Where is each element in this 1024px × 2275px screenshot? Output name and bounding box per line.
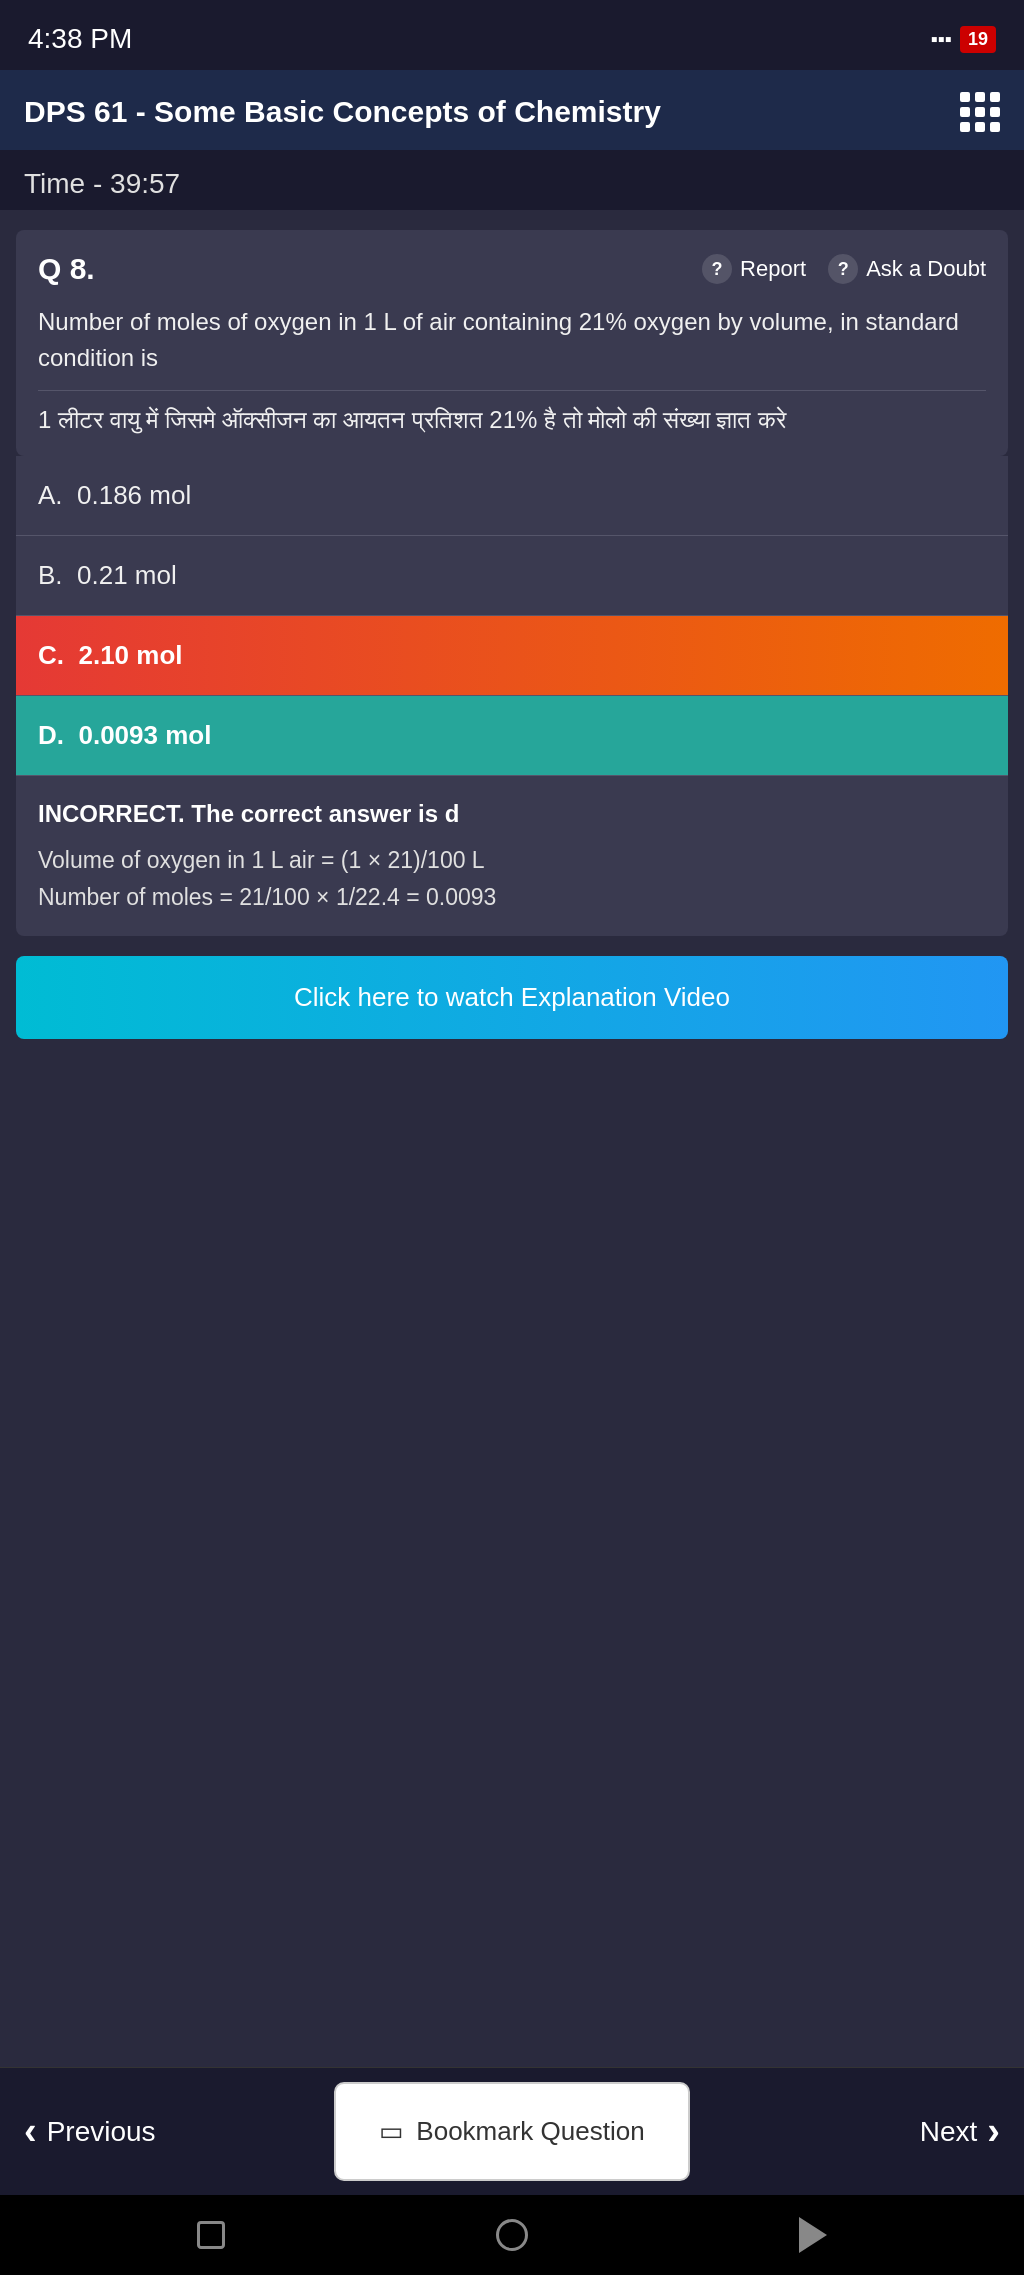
app-title: DPS 61 - Some Basic Concepts of Chemistr… <box>24 95 944 129</box>
recents-button[interactable] <box>191 2215 231 2255</box>
option-b[interactable]: B. 0.21 mol <box>16 536 1008 616</box>
home-button[interactable] <box>492 2215 532 2255</box>
ask-doubt-icon: ? <box>828 254 858 284</box>
back-icon <box>799 2217 827 2253</box>
explanation-body: Volume of oxygen in 1 L air = (1 × 21)/1… <box>38 842 986 916</box>
options-container: A. 0.186 mol B. 0.21 mol C. 2.10 mol D. … <box>16 456 1008 776</box>
app-header: DPS 61 - Some Basic Concepts of Chemistr… <box>0 70 1024 150</box>
option-d-label: D. 0.0093 mol <box>38 720 211 750</box>
status-time: 4:38 PM <box>28 23 132 55</box>
status-icons: ▪▪▪ 19 <box>931 26 996 53</box>
explanation-line2: Number of moles = 21/100 × 1/22.4 = 0.00… <box>38 884 496 910</box>
bottom-nav: ‹ Previous ▭ Bookmark Question Next › <box>0 2067 1024 2195</box>
bookmark-button[interactable]: ▭ Bookmark Question <box>334 2082 691 2181</box>
video-btn-container: Click here to watch Explanation Video <box>16 956 1008 1039</box>
report-icon: ? <box>702 254 732 284</box>
question-divider <box>38 390 986 391</box>
question-card: Q 8. ? Report ? Ask a Doubt Number of mo… <box>16 230 1008 456</box>
question-actions: ? Report ? Ask a Doubt <box>702 254 986 284</box>
previous-arrow-icon: ‹ <box>24 2110 37 2153</box>
option-a-label: A. 0.186 mol <box>38 480 191 510</box>
bookmark-label: Bookmark Question <box>416 2116 644 2147</box>
next-label: Next <box>920 2116 978 2148</box>
recents-icon <box>197 2221 225 2249</box>
android-nav-bar <box>0 2195 1024 2275</box>
previous-label: Previous <box>47 2116 156 2148</box>
home-icon <box>496 2219 528 2251</box>
explanation-card: INCORRECT. The correct answer is d Volum… <box>16 776 1008 936</box>
report-label: Report <box>740 256 806 282</box>
option-d[interactable]: D. 0.0093 mol <box>16 696 1008 776</box>
report-button[interactable]: ? Report <box>702 254 806 284</box>
option-c[interactable]: C. 2.10 mol <box>16 616 1008 696</box>
timer-label: Time - 39:57 <box>24 168 180 199</box>
previous-button[interactable]: ‹ Previous <box>0 2068 328 2195</box>
question-header: Q 8. ? Report ? Ask a Doubt <box>38 252 986 286</box>
bookmark-icon: ▭ <box>379 2116 404 2147</box>
timer-bar: Time - 39:57 <box>0 150 1024 210</box>
next-arrow-icon: › <box>987 2110 1000 2153</box>
back-button[interactable] <box>793 2215 833 2255</box>
question-text-hindi: 1 लीटर वायु में जिसमे ऑक्सीजन का आयतन प्… <box>38 401 986 438</box>
grid-menu-icon[interactable] <box>960 92 1000 132</box>
watch-video-button[interactable]: Click here to watch Explanation Video <box>16 956 1008 1039</box>
battery-icon: 19 <box>960 26 996 53</box>
next-button[interactable]: Next › <box>696 2068 1024 2195</box>
main-content: Q 8. ? Report ? Ask a Doubt Number of mo… <box>0 210 1024 2067</box>
explanation-line1: Volume of oxygen in 1 L air = (1 × 21)/1… <box>38 847 485 873</box>
explanation-status: INCORRECT. The correct answer is d <box>38 800 986 828</box>
status-bar: 4:38 PM ▪▪▪ 19 <box>0 0 1024 70</box>
question-number: Q 8. <box>38 252 95 286</box>
option-a[interactable]: A. 0.186 mol <box>16 456 1008 536</box>
spacer <box>0 1039 1024 1339</box>
option-c-label: C. 2.10 mol <box>38 640 183 670</box>
ask-doubt-button[interactable]: ? Ask a Doubt <box>828 254 986 284</box>
ask-doubt-label: Ask a Doubt <box>866 256 986 282</box>
question-text-english: Number of moles of oxygen in 1 L of air … <box>38 304 986 376</box>
signal-icon: ▪▪▪ <box>931 28 952 51</box>
option-b-label: B. 0.21 mol <box>38 560 177 590</box>
